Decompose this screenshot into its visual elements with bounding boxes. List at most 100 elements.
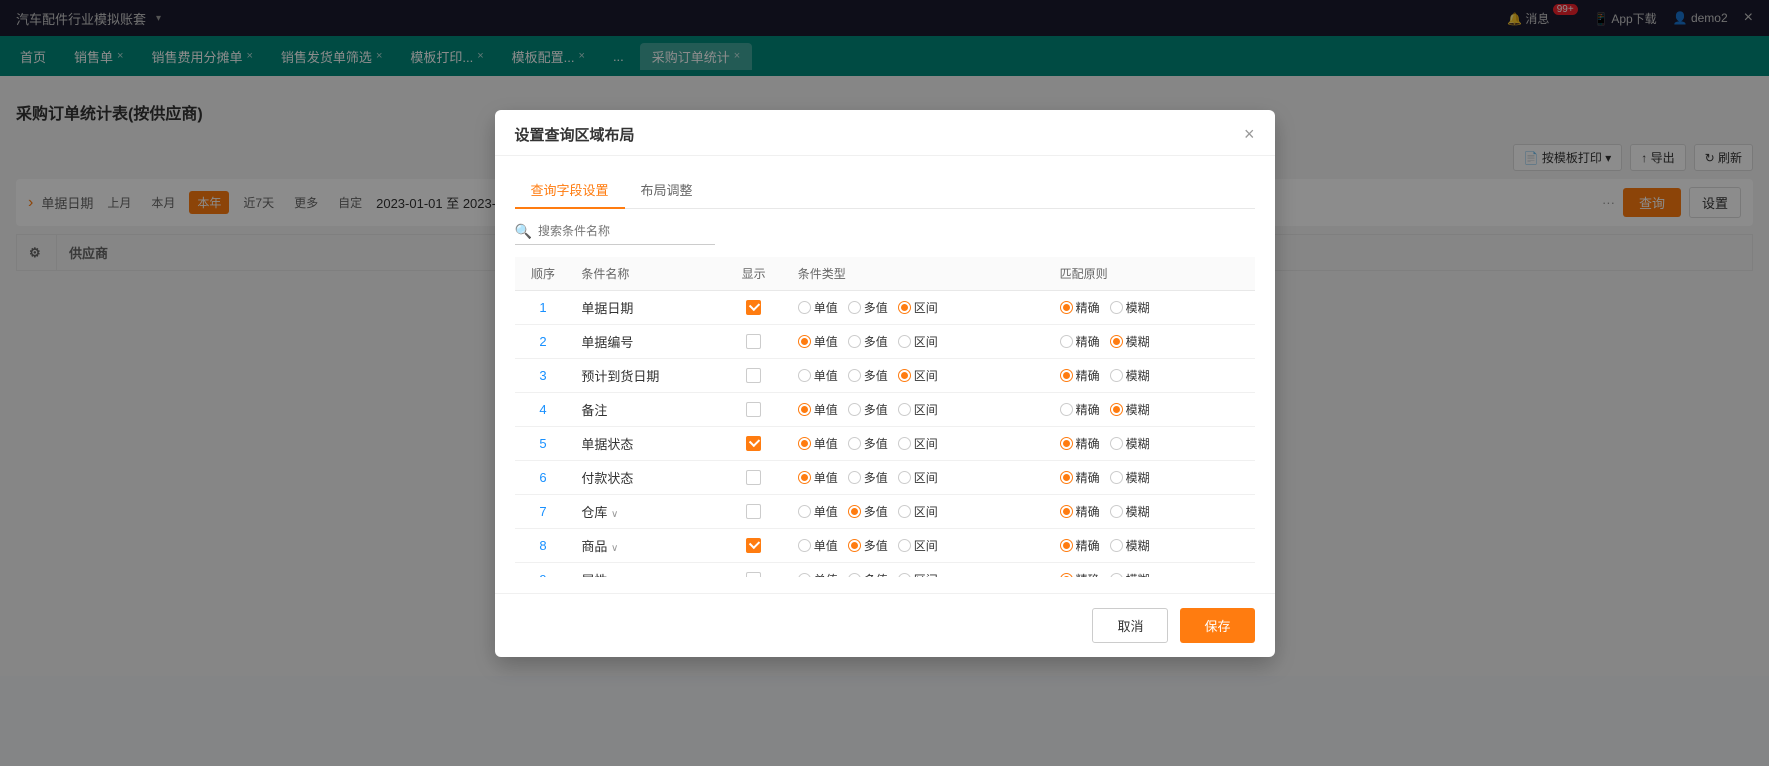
- row-display[interactable]: [719, 528, 787, 562]
- cond-type-multi[interactable]: 多值: [848, 299, 888, 316]
- row-display[interactable]: [719, 494, 787, 528]
- match-rule-exact[interactable]: 精确: [1060, 401, 1100, 418]
- radio-match-fuzzy: [1110, 301, 1123, 314]
- match-rule-fuzzy[interactable]: 模糊: [1110, 401, 1150, 418]
- cond-type-range[interactable]: 区间: [898, 367, 938, 384]
- radio-match-exact: [1060, 471, 1073, 484]
- dialog-close-btn[interactable]: ×: [1244, 124, 1255, 145]
- search-icon: 🔍: [515, 223, 532, 240]
- cond-type-single[interactable]: 单值: [798, 537, 838, 554]
- row-display[interactable]: [719, 290, 787, 324]
- radio-dot-single: [798, 369, 811, 382]
- row-match-rule: 精确模糊: [1050, 460, 1255, 494]
- display-checkbox[interactable]: [746, 368, 761, 383]
- match-rule-fuzzy[interactable]: 模糊: [1110, 435, 1150, 452]
- match-rule-fuzzy[interactable]: 模糊: [1110, 367, 1150, 384]
- row-order: 3: [515, 358, 572, 392]
- radio-dot-multi: [848, 403, 861, 416]
- cond-type-range[interactable]: 区间: [898, 571, 938, 577]
- row-display[interactable]: [719, 358, 787, 392]
- cond-type-range[interactable]: 区间: [898, 537, 938, 554]
- radio-dot-range: [898, 369, 911, 382]
- save-btn[interactable]: 保存: [1180, 608, 1254, 643]
- cond-type-single[interactable]: 单值: [798, 333, 838, 350]
- cond-type-multi[interactable]: 多值: [848, 503, 888, 520]
- table-row: 1单据日期单值多值区间精确模糊: [515, 290, 1255, 324]
- cond-type-single[interactable]: 单值: [798, 571, 838, 577]
- row-display[interactable]: [719, 426, 787, 460]
- row-display[interactable]: [719, 324, 787, 358]
- display-checkbox[interactable]: [746, 436, 761, 451]
- match-rule-exact[interactable]: 精确: [1060, 299, 1100, 316]
- cond-type-multi[interactable]: 多值: [848, 367, 888, 384]
- match-rule-fuzzy[interactable]: 模糊: [1110, 299, 1150, 316]
- row-order: 2: [515, 324, 572, 358]
- cond-type-range[interactable]: 区间: [898, 333, 938, 350]
- radio-dot-range: [898, 437, 911, 450]
- match-rule-exact[interactable]: 精确: [1060, 537, 1100, 554]
- tab-layout[interactable]: 布局调整: [625, 172, 709, 209]
- display-checkbox[interactable]: [746, 402, 761, 417]
- radio-dot-single: [798, 505, 811, 518]
- cond-type-single[interactable]: 单值: [798, 367, 838, 384]
- cond-type-single[interactable]: 单值: [798, 469, 838, 486]
- cond-type-range[interactable]: 区间: [898, 469, 938, 486]
- cond-type-single[interactable]: 单值: [798, 435, 838, 452]
- match-rule-exact[interactable]: 精确: [1060, 503, 1100, 520]
- row-display[interactable]: [719, 460, 787, 494]
- cond-type-range[interactable]: 区间: [898, 435, 938, 452]
- row-name: 单据日期: [571, 290, 719, 324]
- match-rule-fuzzy[interactable]: 模糊: [1110, 469, 1150, 486]
- table-row: 2单据编号单值多值区间精确模糊: [515, 324, 1255, 358]
- search-input[interactable]: [538, 224, 715, 238]
- th-match-rule: 匹配原则: [1050, 257, 1255, 291]
- display-checkbox[interactable]: [746, 300, 761, 315]
- display-checkbox[interactable]: [746, 538, 761, 553]
- row-display[interactable]: [719, 392, 787, 426]
- radio-dot-range: [898, 471, 911, 484]
- radio-dot-single: [798, 573, 811, 577]
- match-rule-fuzzy[interactable]: 模糊: [1110, 537, 1150, 554]
- match-rule-fuzzy[interactable]: 模糊: [1110, 333, 1150, 350]
- row-display[interactable]: [719, 562, 787, 577]
- row-match-rule: 精确模糊: [1050, 494, 1255, 528]
- cond-type-single[interactable]: 单值: [798, 401, 838, 418]
- radio-dot-single: [798, 437, 811, 450]
- cancel-btn[interactable]: 取消: [1092, 608, 1168, 643]
- display-checkbox[interactable]: [746, 470, 761, 485]
- row-name: 备注: [571, 392, 719, 426]
- display-checkbox[interactable]: [746, 572, 761, 576]
- table-row: 6付款状态单值多值区间精确模糊: [515, 460, 1255, 494]
- row-match-rule: 精确模糊: [1050, 290, 1255, 324]
- cond-type-range[interactable]: 区间: [898, 401, 938, 418]
- dialog-body: 查询字段设置 布局调整 🔍 顺序 条件名称 显示: [495, 156, 1275, 593]
- match-rule-exact[interactable]: 精确: [1060, 367, 1100, 384]
- match-rule-fuzzy[interactable]: 模糊: [1110, 503, 1150, 520]
- match-rule-fuzzy[interactable]: 模糊: [1110, 571, 1150, 577]
- cond-type-single[interactable]: 单值: [798, 503, 838, 520]
- match-rule-exact[interactable]: 精确: [1060, 333, 1100, 350]
- dialog-tabs: 查询字段设置 布局调整: [515, 172, 1255, 209]
- display-checkbox[interactable]: [746, 334, 761, 349]
- radio-dot-range: [898, 301, 911, 314]
- cond-type-multi[interactable]: 多值: [848, 537, 888, 554]
- match-rule-exact[interactable]: 精确: [1060, 469, 1100, 486]
- match-rule-exact[interactable]: 精确: [1060, 571, 1100, 577]
- field-table-wrap: 顺序 条件名称 显示 条件类型 匹配原则 1单据日期单值多值区间精确模糊2单据编…: [515, 257, 1255, 577]
- cond-type-multi[interactable]: 多值: [848, 401, 888, 418]
- cond-type-range[interactable]: 区间: [898, 503, 938, 520]
- cond-type-multi[interactable]: 多值: [848, 333, 888, 350]
- cond-type-multi[interactable]: 多值: [848, 435, 888, 452]
- match-rule-exact[interactable]: 精确: [1060, 435, 1100, 452]
- row-cond-type: 单值多值区间: [788, 528, 1050, 562]
- cond-type-single[interactable]: 单值: [798, 299, 838, 316]
- row-match-rule: 精确模糊: [1050, 392, 1255, 426]
- cond-type-multi[interactable]: 多值: [848, 469, 888, 486]
- cond-type-range[interactable]: 区间: [898, 299, 938, 316]
- row-cond-type: 单值多值区间: [788, 460, 1050, 494]
- display-checkbox[interactable]: [746, 504, 761, 519]
- tab-query-fields[interactable]: 查询字段设置: [515, 172, 625, 209]
- cond-type-multi[interactable]: 多值: [848, 571, 888, 577]
- radio-match-fuzzy: [1110, 403, 1123, 416]
- row-match-rule: 精确模糊: [1050, 358, 1255, 392]
